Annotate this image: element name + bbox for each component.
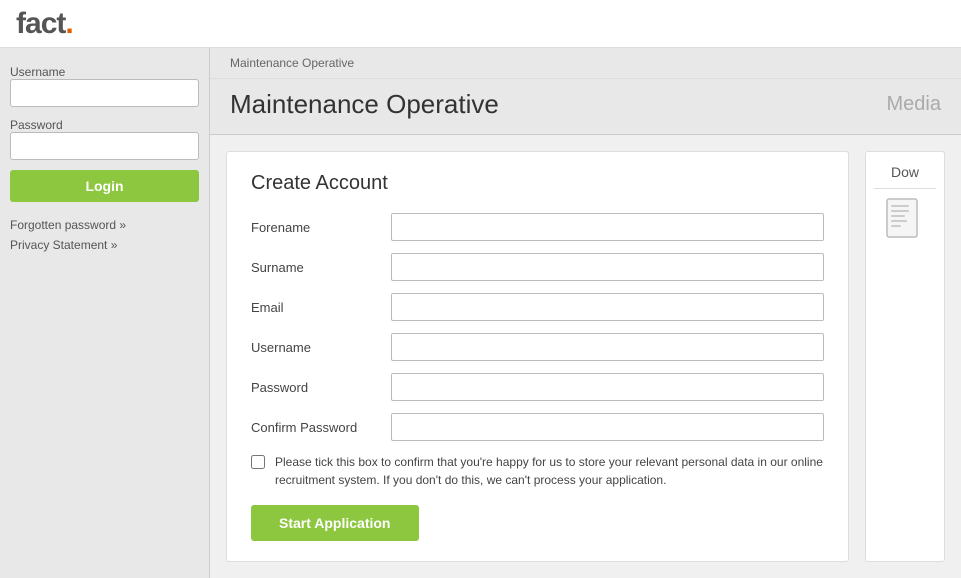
layout: Username Password Login Forgotten passwo…	[0, 48, 961, 578]
confirm-password-input[interactable]	[391, 413, 824, 441]
password-field-label: Password	[251, 380, 391, 395]
page-title: Maintenance Operative	[230, 89, 499, 120]
right-panel-title: Dow	[891, 164, 919, 180]
forename-input[interactable]	[391, 213, 824, 241]
password-field-input[interactable]	[391, 373, 824, 401]
password-label: Password	[10, 118, 63, 132]
confirm-password-row: Confirm Password	[251, 413, 824, 441]
surname-label: Surname	[251, 260, 391, 275]
logo-text: fact.	[16, 7, 73, 41]
email-label: Email	[251, 300, 391, 315]
sidebar: Username Password Login Forgotten passwo…	[0, 48, 210, 578]
breadcrumb: Maintenance Operative	[210, 48, 961, 79]
consent-row: Please tick this box to confirm that you…	[251, 453, 824, 489]
forgotten-password-link[interactable]: Forgotten password »	[10, 218, 199, 232]
username-label: Username	[10, 65, 65, 79]
card-title: Create Account	[251, 172, 824, 195]
right-panel: Dow	[865, 151, 945, 562]
password-input[interactable]	[10, 132, 199, 160]
start-application-button[interactable]: Start Application	[251, 505, 419, 541]
page-header: Maintenance Operative Media	[210, 79, 961, 135]
main-content: Maintenance Operative Maintenance Operat…	[210, 48, 961, 578]
consent-checkbox[interactable]	[251, 455, 265, 469]
header: fact.	[0, 0, 961, 48]
username-field-input[interactable]	[391, 333, 824, 361]
login-button[interactable]: Login	[10, 170, 199, 202]
consent-text: Please tick this box to confirm that you…	[275, 453, 824, 489]
forename-row: Forename	[251, 213, 824, 241]
content-area: Create Account Forename Surname Email	[210, 135, 961, 578]
password-row: Password	[251, 373, 824, 401]
confirm-password-label: Confirm Password	[251, 420, 391, 435]
surname-row: Surname	[251, 253, 824, 281]
forename-label: Forename	[251, 220, 391, 235]
username-input[interactable]	[10, 79, 199, 107]
create-account-card: Create Account Forename Surname Email	[226, 151, 849, 562]
document-icon	[885, 197, 925, 254]
email-input[interactable]	[391, 293, 824, 321]
logo: fact.	[16, 7, 73, 41]
right-panel-divider	[874, 188, 936, 189]
privacy-statement-link[interactable]: Privacy Statement »	[10, 238, 199, 252]
surname-input[interactable]	[391, 253, 824, 281]
username-field-label: Username	[251, 340, 391, 355]
username-row: Username	[251, 333, 824, 361]
breadcrumb-text: Maintenance Operative	[230, 56, 354, 70]
email-row: Email	[251, 293, 824, 321]
media-label: Media	[887, 93, 941, 116]
